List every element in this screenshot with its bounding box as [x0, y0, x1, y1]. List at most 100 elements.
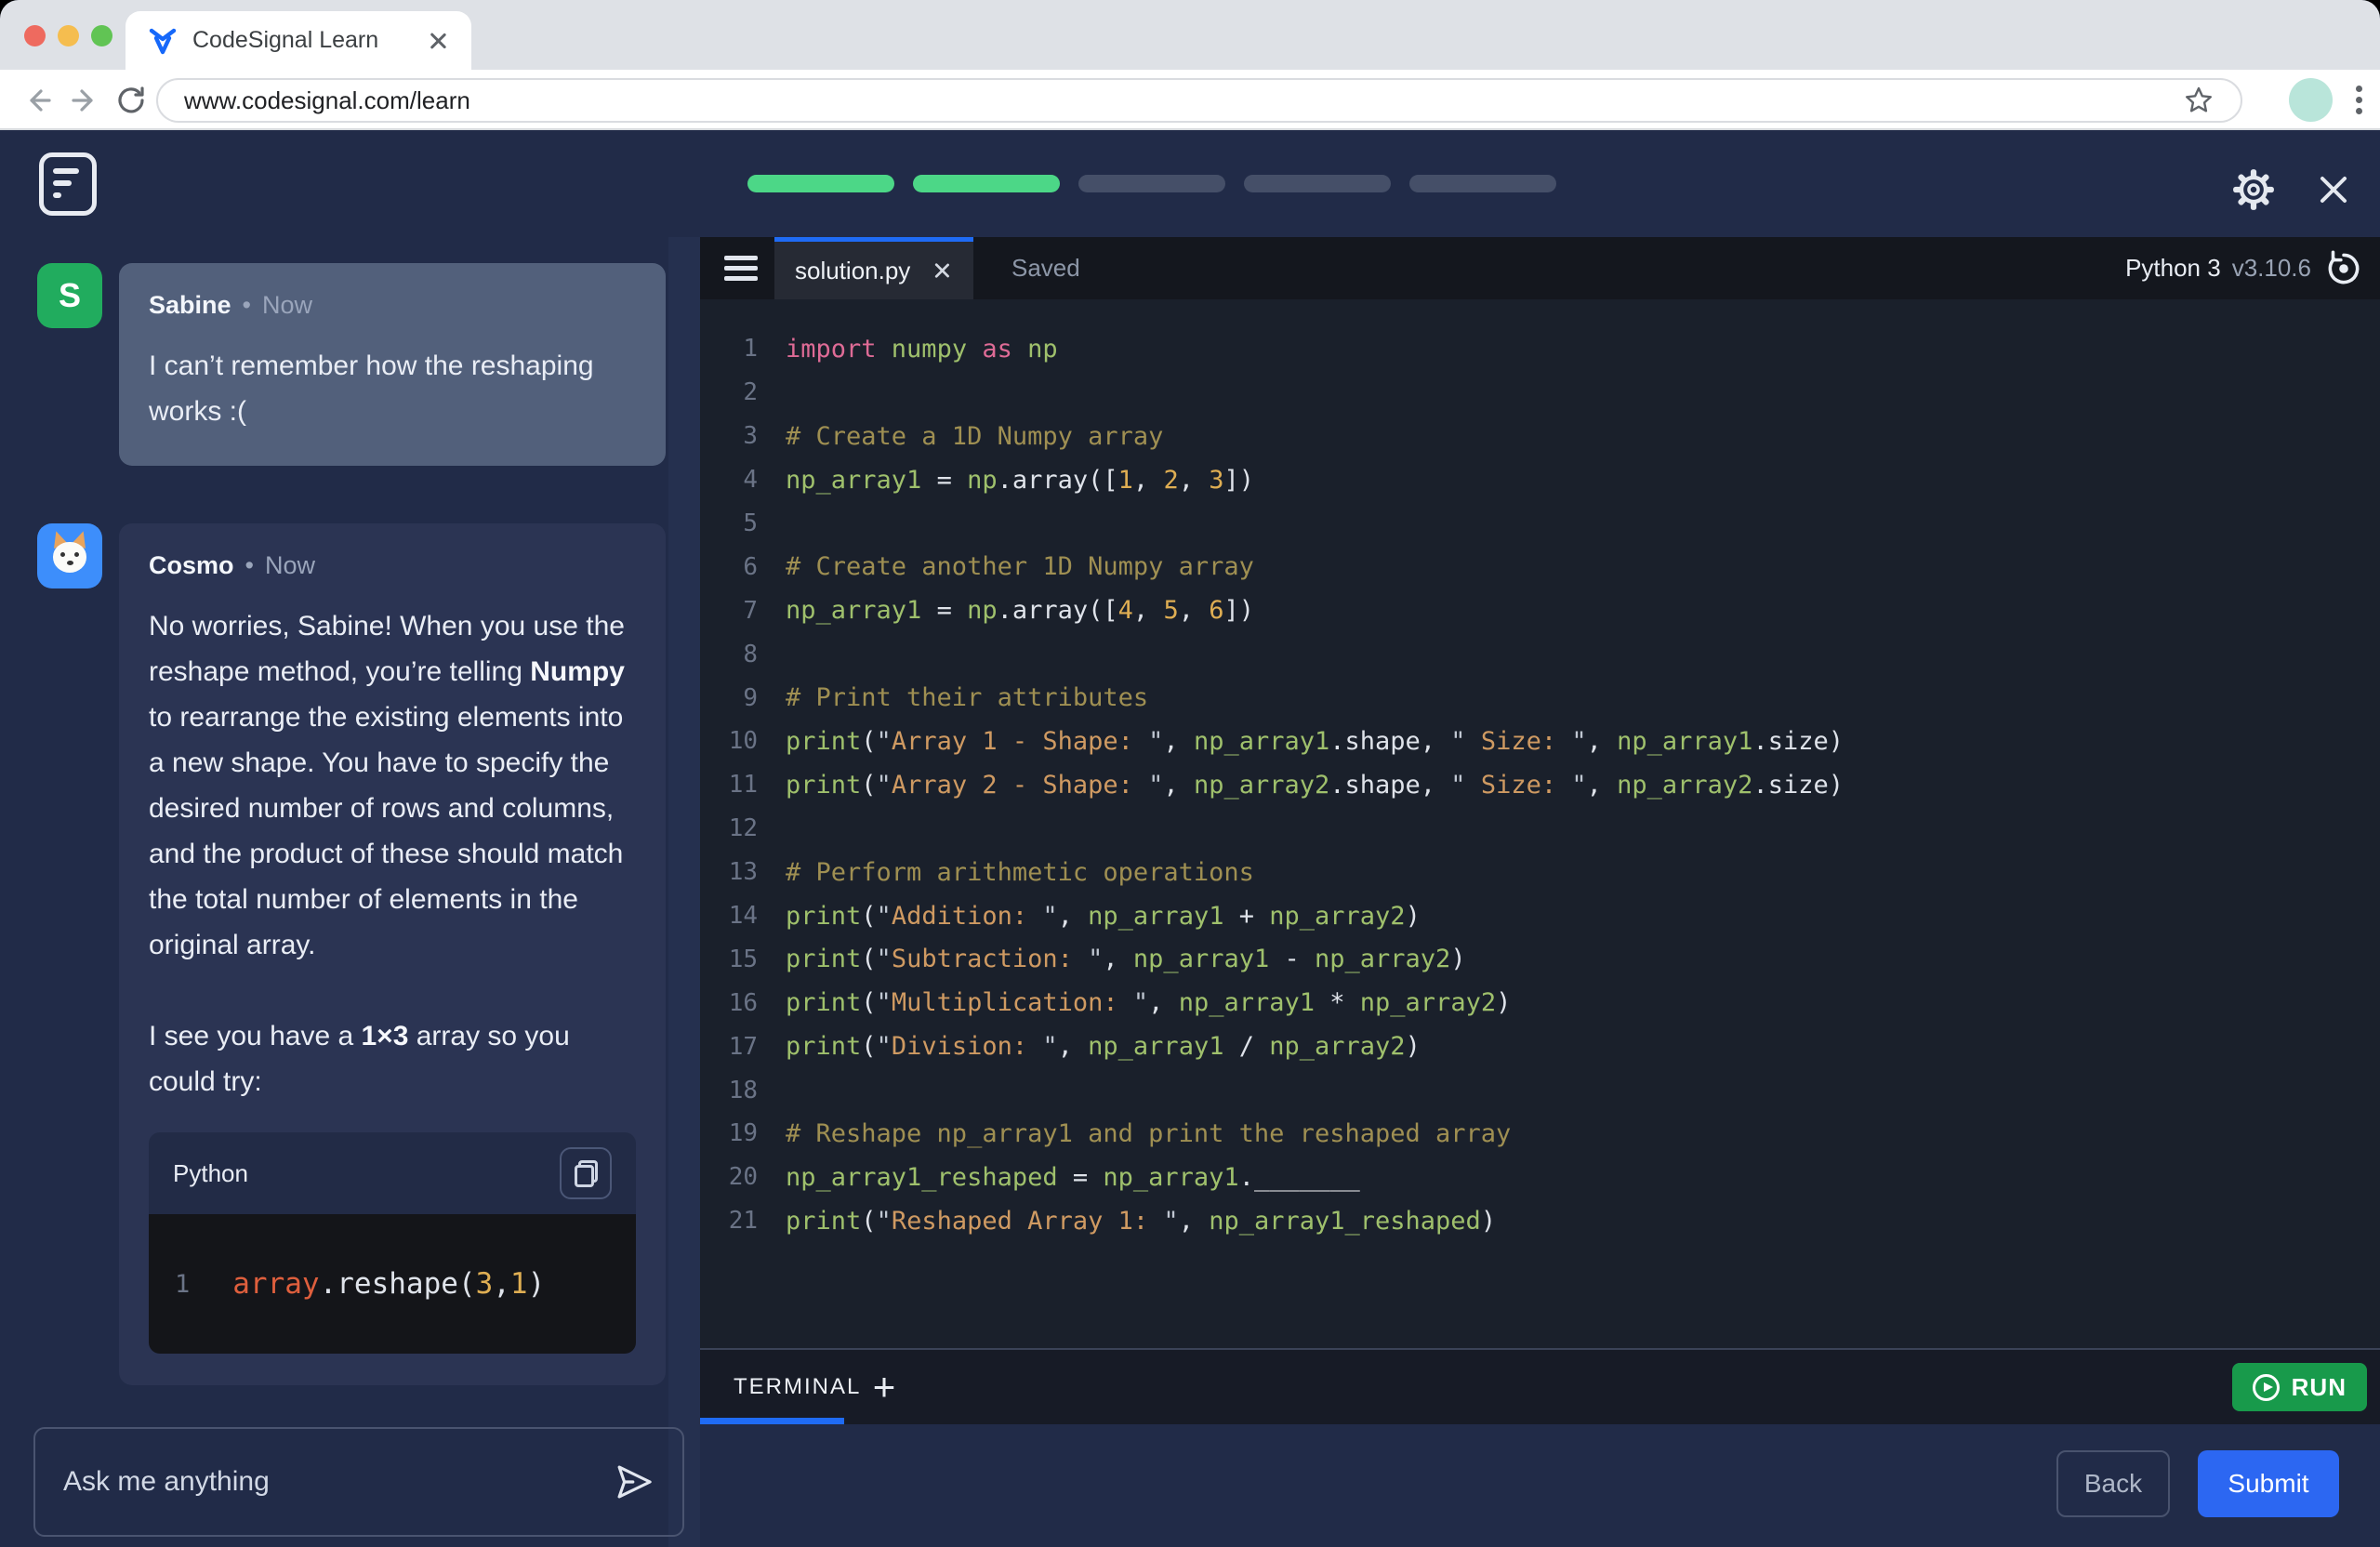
chat-messages: SSabine•NowI can’t remember how the resh…	[0, 237, 700, 1547]
message-dot: •	[243, 289, 251, 321]
submit-button[interactable]: Submit	[2198, 1450, 2339, 1517]
chat-input-container[interactable]	[33, 1427, 684, 1537]
editor-tab-bar: solution.py Saved Python 3 v3.10.6	[700, 237, 2380, 299]
footer-bar: Back Submit	[700, 1424, 2380, 1547]
code-token: .array([	[998, 466, 1118, 495]
line-content: np_array1_reshaped = np_array1._______	[786, 1163, 1360, 1192]
message-author: Cosmo	[149, 549, 234, 581]
code-token: ,	[1587, 727, 1618, 756]
terminal-active-indicator	[700, 1418, 844, 1424]
reload-icon[interactable]	[113, 83, 149, 118]
lesson-outline-icon[interactable]	[39, 152, 97, 216]
code-line: 9# Print their attributes	[700, 676, 2380, 720]
code-lines[interactable]: 1import numpy as np23# Create a 1D Numpy…	[700, 299, 2380, 1348]
code-token: print	[786, 1207, 861, 1236]
code-token: .	[1239, 1163, 1254, 1192]
code-token: (	[861, 945, 876, 973]
close-lesson-button[interactable]	[2311, 167, 2356, 212]
code-token: *	[1315, 988, 1360, 1017]
code-token: "	[877, 988, 892, 1017]
file-menu-icon[interactable]	[722, 252, 760, 285]
editor-tab-solution[interactable]: solution.py	[774, 237, 973, 299]
address-bar[interactable]: www.codesignal.com/learn	[156, 78, 2242, 123]
code-token: # Reshape np_array1 and print the reshap…	[786, 1119, 1511, 1148]
code-token: =	[921, 596, 967, 625]
code-token: np_array1	[786, 466, 921, 495]
code-token: np	[1027, 335, 1058, 364]
code-token: "	[1042, 902, 1057, 931]
code-token: (	[861, 988, 876, 1017]
code-token: ])	[1223, 596, 1254, 625]
message-bubble: Cosmo•NowNo worries, Sabine! When you us…	[119, 523, 666, 1385]
code-token: 5	[1163, 596, 1178, 625]
code-token: print	[786, 902, 861, 931]
code-token: "	[877, 945, 892, 973]
window-zoom-button[interactable]	[91, 25, 112, 46]
code-token: ,	[1179, 1207, 1210, 1236]
codesignal-logo-icon	[148, 26, 178, 56]
code-token: 2	[1163, 466, 1178, 495]
code-token: )	[1496, 988, 1511, 1017]
line-content: print("Addition: ", np_array1 + np_array…	[786, 902, 1421, 931]
run-label: RUN	[2292, 1373, 2347, 1402]
browser-tab-strip: CodeSignal Learn	[0, 0, 2380, 70]
browser-tab[interactable]: CodeSignal Learn	[126, 11, 471, 70]
code-token: (	[861, 771, 876, 800]
code-token: "	[1042, 1032, 1057, 1061]
code-line: 6# Create another 1D Numpy array	[700, 545, 2380, 588]
bookmark-star-icon[interactable]	[2183, 85, 2215, 116]
forward-icon[interactable]	[67, 83, 102, 118]
line-content: # Reshape np_array1 and print the reshap…	[786, 1119, 1511, 1148]
settings-button[interactable]	[2231, 167, 2276, 212]
play-icon	[2253, 1374, 2280, 1401]
code-token: np_array1	[1088, 1032, 1223, 1061]
code-line: 1import numpy as np	[700, 327, 2380, 371]
code-snippet-code: array.reshape(3,1)	[232, 1262, 545, 1307]
code-line: 17print("Division: ", np_array1 / np_arr…	[700, 1025, 2380, 1068]
code-token: np_array2	[1360, 988, 1496, 1017]
terminal-label: TERMINAL	[734, 1374, 861, 1400]
code-token: .shape,	[1329, 771, 1450, 800]
code-token: np_array1_reshaped	[786, 1163, 1058, 1192]
window-minimize-button[interactable]	[58, 25, 79, 46]
code-token: np	[967, 466, 998, 495]
code-token: ,	[1103, 945, 1133, 973]
line-content: print("Multiplication: ", np_array1 * np…	[786, 988, 1511, 1017]
line-content: print("Array 1 - Shape: ", np_array1.sha…	[786, 727, 1844, 756]
code-token: np_array1	[1617, 727, 1752, 756]
browser-menu-icon[interactable]	[2356, 97, 2362, 103]
terminal-bar: TERMINAL + RUN	[700, 1348, 2380, 1424]
code-token: print	[786, 727, 861, 756]
code-token: ,	[1058, 902, 1089, 931]
reset-code-button[interactable]	[2322, 247, 2365, 290]
code-token: np_array2	[1617, 771, 1752, 800]
tab-close-icon[interactable]	[427, 30, 449, 52]
window-close-button[interactable]	[24, 25, 46, 46]
progress-segment	[1409, 175, 1556, 192]
progress-segment	[747, 175, 894, 192]
browser-profile-avatar[interactable]	[2289, 78, 2333, 122]
line-content: # Create a 1D Numpy array	[786, 422, 1163, 451]
code-line: 7np_array1 = np.array([4, 5, 6])	[700, 588, 2380, 632]
code-token: )	[1481, 1207, 1496, 1236]
back-button[interactable]: Back	[2056, 1450, 2170, 1517]
message-time: Now	[262, 289, 312, 321]
add-terminal-tab-icon[interactable]: +	[856, 1350, 912, 1424]
copy-button[interactable]	[560, 1147, 612, 1199]
code-token: np_array1_reshaped	[1209, 1207, 1481, 1236]
chat-input[interactable]	[63, 1466, 614, 1498]
line-number: 1	[700, 335, 758, 363]
run-button[interactable]: RUN	[2232, 1363, 2367, 1411]
editor-tab-close-icon[interactable]	[932, 260, 952, 281]
code-token: 6	[1209, 596, 1223, 625]
line-content: # Perform arithmetic operations	[786, 858, 1254, 887]
message-text: I can’t remember how the reshaping works…	[149, 350, 594, 427]
message-text: to rearrange the existing elements into …	[149, 702, 623, 960]
code-token: ])	[1223, 466, 1254, 495]
send-button[interactable]	[614, 1461, 654, 1502]
chat-message: Cosmo•NowNo worries, Sabine! When you us…	[37, 523, 666, 1385]
code-snippet-card: Python1array.reshape(3,1)	[149, 1132, 636, 1354]
back-icon[interactable]	[20, 83, 56, 118]
code-line: 8	[700, 632, 2380, 676]
code-token: Multiplication:	[892, 988, 1133, 1017]
